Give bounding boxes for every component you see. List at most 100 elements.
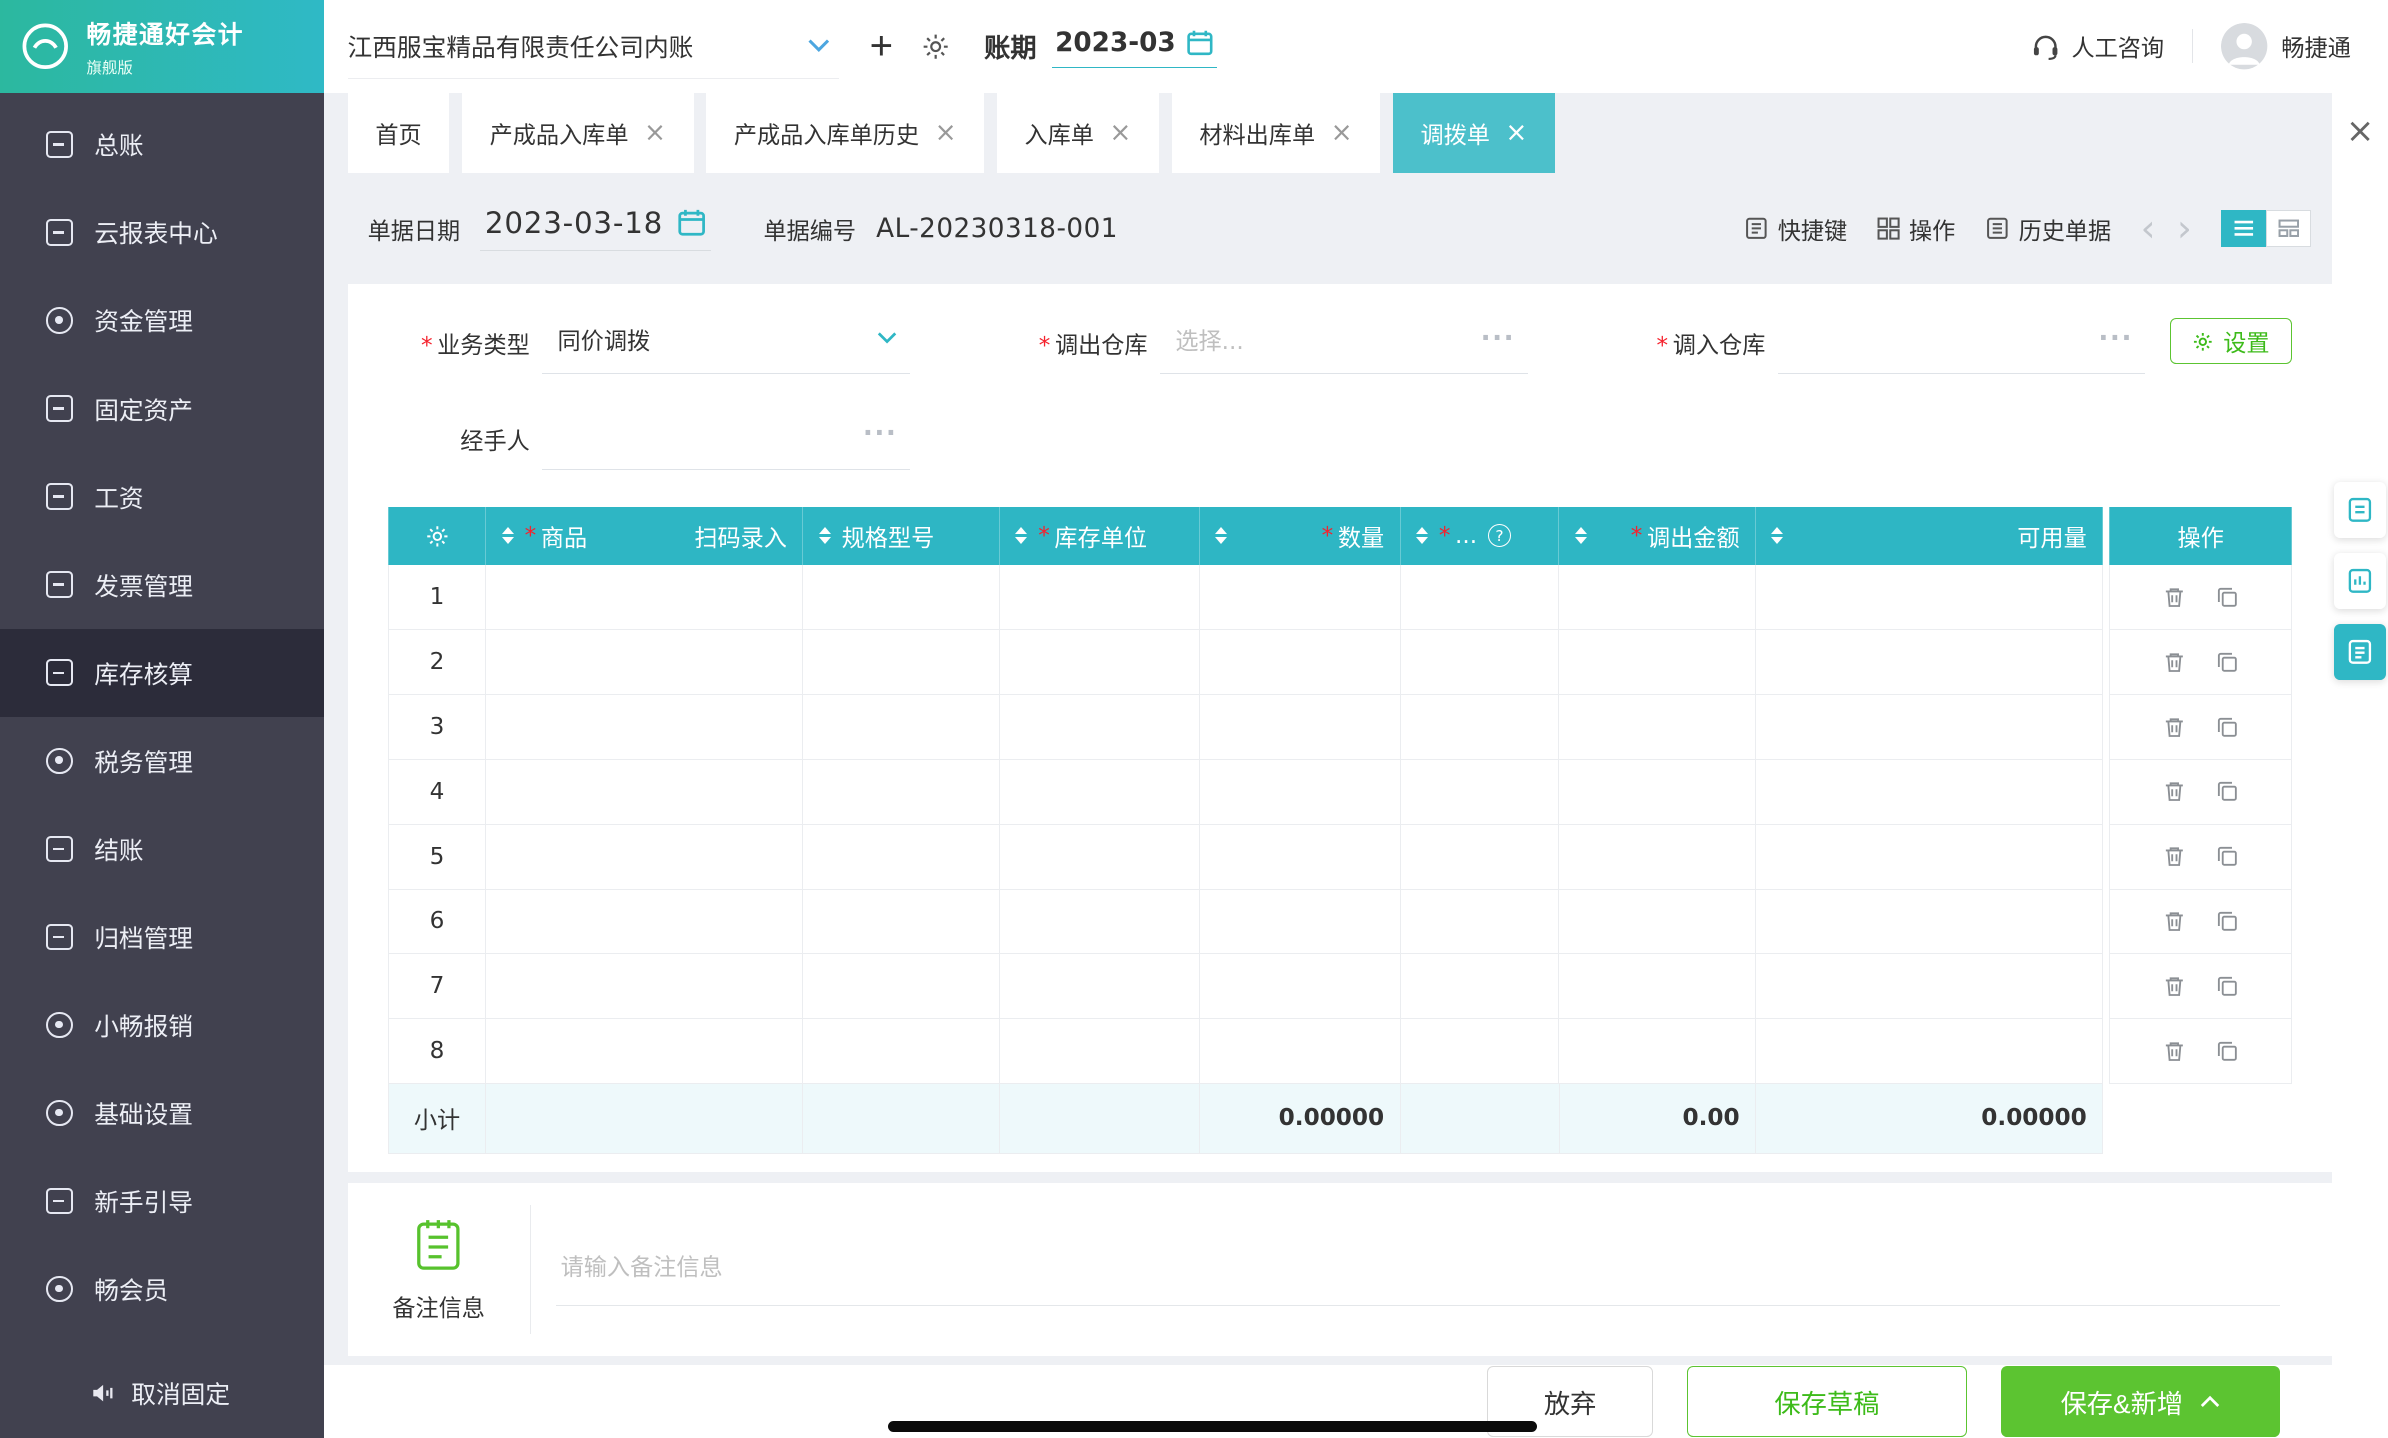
support-button[interactable]: 人工咨询	[2031, 29, 2164, 63]
copy-row-icon[interactable]	[2215, 585, 2240, 610]
biz-type-select[interactable]: 同价调拨	[542, 318, 910, 374]
table-cell[interactable]	[486, 824, 804, 890]
tab-finished-goods-inbound[interactable]: 产成品入库单 ×	[461, 92, 694, 173]
more-icon[interactable]: ···	[2098, 324, 2133, 354]
table-cell[interactable]	[803, 1019, 1000, 1085]
table-cell[interactable]	[1559, 889, 1757, 955]
delete-row-icon[interactable]	[2162, 974, 2187, 999]
user-menu[interactable]: 畅捷通	[2221, 23, 2351, 70]
table-cell[interactable]	[1400, 759, 1560, 825]
period-picker[interactable]: 2023-03	[1052, 25, 1218, 68]
table-cell[interactable]	[1756, 759, 2104, 825]
table-cell[interactable]	[486, 889, 804, 955]
table-cell[interactable]	[486, 630, 804, 695]
unpin-button[interactable]: 取消固定	[0, 1348, 324, 1438]
history-docs-button[interactable]: 历史单据	[1985, 212, 2111, 246]
tab-close-icon[interactable]: ×	[1109, 120, 1131, 146]
table-cell[interactable]	[999, 630, 1200, 695]
table-cell[interactable]	[999, 694, 1200, 760]
header-available[interactable]: 可用量	[1756, 506, 2104, 566]
next-doc-button[interactable]: ›	[2177, 210, 2192, 247]
operations-button[interactable]: 操作	[1877, 212, 1955, 246]
side-panel-summary-button[interactable]	[2333, 481, 2387, 538]
table-cell[interactable]	[1199, 694, 1401, 760]
sidebar-item-tax[interactable]: 税务管理	[0, 717, 324, 805]
sidebar-item-funds[interactable]: 资金管理	[0, 276, 324, 364]
table-cell[interactable]	[999, 954, 1200, 1020]
table-cell[interactable]	[999, 824, 1200, 890]
table-cell[interactable]	[803, 824, 1000, 890]
header-qty[interactable]: * 数量	[1199, 506, 1401, 566]
table-cell[interactable]	[1756, 1019, 2104, 1085]
table-cell[interactable]	[1400, 1019, 1560, 1085]
tab-close-icon[interactable]: ×	[1505, 120, 1527, 146]
table-cell[interactable]	[1400, 694, 1560, 760]
table-cell[interactable]	[1756, 565, 2104, 631]
sidebar-item-guide[interactable]: 新手引导	[0, 1157, 324, 1245]
delete-row-icon[interactable]	[2162, 585, 2187, 610]
table-cell[interactable]	[1400, 889, 1560, 955]
list-view-button[interactable]	[2221, 210, 2266, 248]
table-cell[interactable]	[1756, 889, 2104, 955]
table-cell[interactable]	[1559, 630, 1757, 695]
delete-row-icon[interactable]	[2162, 779, 2187, 804]
table-cell[interactable]	[1756, 694, 2104, 760]
header-unit[interactable]: * 库存单位	[999, 506, 1200, 566]
table-cell[interactable]	[1559, 694, 1757, 760]
more-icon[interactable]: ···	[863, 419, 898, 449]
table-cell[interactable]	[1400, 630, 1560, 695]
header-out-amount[interactable]: * 调出金额	[1559, 506, 1757, 566]
table-cell[interactable]	[1199, 565, 1401, 631]
scan-entry-link[interactable]: 扫码录入	[694, 519, 787, 553]
column-settings-button[interactable]	[387, 506, 487, 566]
sort-icon[interactable]	[1416, 527, 1429, 544]
prev-doc-button[interactable]: ‹	[2141, 210, 2156, 247]
table-cell[interactable]	[803, 630, 1000, 695]
out-warehouse-picker[interactable]: 选择... ···	[1159, 318, 1528, 374]
sidebar-item-archive[interactable]: 归档管理	[0, 893, 324, 981]
sidebar-item-payroll[interactable]: 工资	[0, 453, 324, 541]
in-warehouse-picker[interactable]: ···	[1777, 318, 2146, 374]
table-cell[interactable]	[1199, 759, 1401, 825]
sidebar-item-closing[interactable]: 结账	[0, 805, 324, 893]
sidebar-item-general-ledger[interactable]: 总账	[0, 100, 324, 188]
table-cell[interactable]	[1199, 824, 1401, 890]
card-view-button[interactable]	[2265, 210, 2311, 248]
sidebar-item-basic-settings[interactable]: 基础设置	[0, 1069, 324, 1157]
header-truncated[interactable]: * ... ?	[1400, 506, 1560, 566]
table-cell[interactable]	[803, 954, 1000, 1020]
table-cell[interactable]	[1199, 889, 1401, 955]
save-and-new-button[interactable]: 保存&新增	[2000, 1366, 2280, 1438]
table-cell[interactable]	[1559, 824, 1757, 890]
side-panel-doc-button[interactable]	[2333, 623, 2387, 680]
copy-row-icon[interactable]	[2215, 844, 2240, 869]
sort-icon[interactable]	[1771, 527, 1784, 544]
table-cell[interactable]	[1400, 824, 1560, 890]
table-cell[interactable]	[1559, 1019, 1757, 1085]
more-icon[interactable]: ···	[1481, 324, 1516, 354]
tab-transfer-order[interactable]: 调拨单 ×	[1392, 92, 1556, 173]
help-icon[interactable]: ?	[1487, 524, 1512, 548]
grid-settings-button[interactable]: 设置	[2169, 318, 2293, 365]
table-cell[interactable]	[486, 1019, 804, 1085]
delete-row-icon[interactable]	[2162, 844, 2187, 869]
header-product[interactable]: * 商品 扫码录入	[486, 506, 804, 566]
sort-icon[interactable]	[1015, 527, 1028, 544]
tab-close-icon[interactable]: ×	[935, 120, 957, 146]
sidebar-item-member[interactable]: 畅会员	[0, 1245, 324, 1333]
tab-close-icon[interactable]: ×	[644, 120, 666, 146]
delete-row-icon[interactable]	[2162, 909, 2187, 934]
table-cell[interactable]	[1199, 630, 1401, 695]
sidebar-item-invoice[interactable]: 发票管理	[0, 541, 324, 629]
copy-row-icon[interactable]	[2215, 909, 2240, 934]
table-cell[interactable]	[803, 759, 1000, 825]
delete-row-icon[interactable]	[2162, 650, 2187, 675]
tab-material-outbound[interactable]: 材料出库单 ×	[1171, 92, 1381, 173]
shortcut-keys-button[interactable]: 快捷键	[1744, 212, 1847, 246]
delete-row-icon[interactable]	[2162, 715, 2187, 740]
close-workspace-button[interactable]: ×	[2332, 114, 2388, 148]
table-cell[interactable]	[1400, 565, 1560, 631]
table-cell[interactable]	[999, 889, 1200, 955]
tab-finished-goods-inbound-history[interactable]: 产成品入库单历史 ×	[706, 92, 985, 173]
header-spec[interactable]: 规格型号	[803, 506, 1000, 566]
